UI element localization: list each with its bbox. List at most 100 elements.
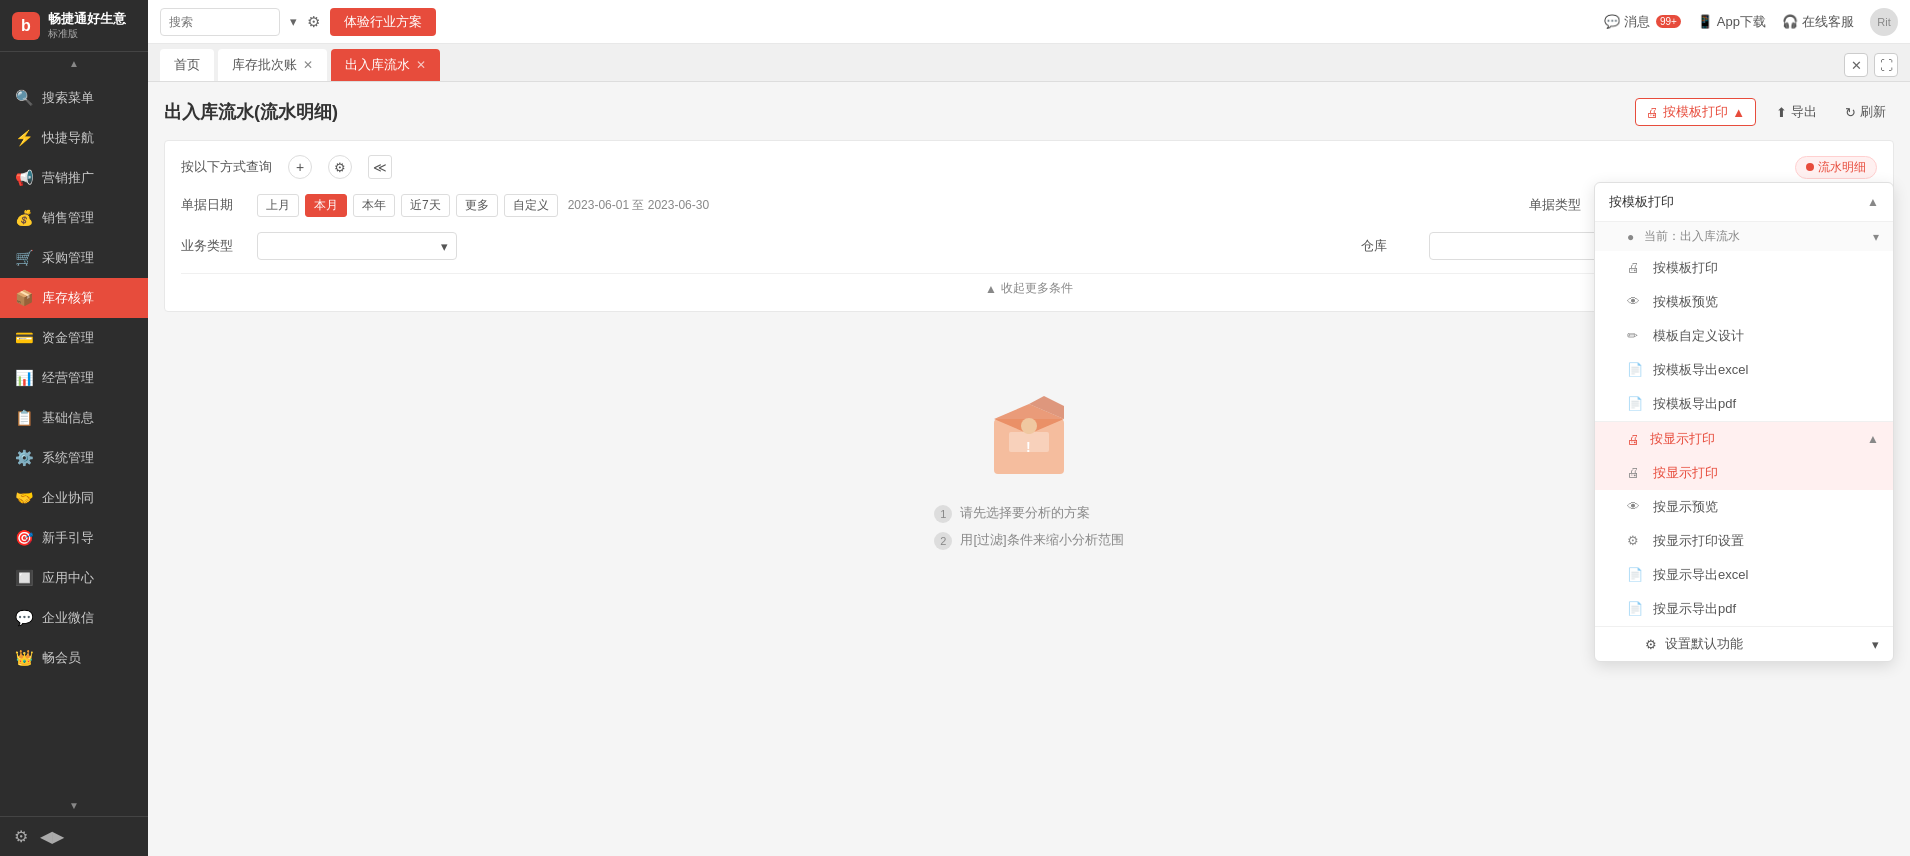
sidebar-item-apps[interactable]: 🔲 应用中心: [0, 558, 148, 598]
sidebar-item-system[interactable]: ⚙️ 系统管理: [0, 438, 148, 478]
online-service-button[interactable]: 🎧 在线客服: [1782, 13, 1854, 31]
empty-steps: 1 请先选择要分析的方案 2 用[过滤]条件来缩小分析范围: [934, 504, 1123, 558]
date-opt-7days[interactable]: 近7天: [401, 194, 450, 217]
finance-icon: 💳: [14, 328, 34, 348]
dropdown-item-template-pdf[interactable]: 📄 按模板导出pdf: [1595, 387, 1893, 421]
pdf-icon: 📄: [1627, 396, 1643, 412]
dropdown-item-template-print[interactable]: 🖨 按模板打印: [1595, 251, 1893, 285]
sidebar-item-collab[interactable]: 🤝 企业协同: [0, 478, 148, 518]
settings-bottom-icon[interactable]: ⚙: [14, 827, 28, 846]
marketing-icon: 📢: [14, 168, 34, 188]
tab-flow-close[interactable]: ✕: [416, 58, 426, 72]
messages-button[interactable]: 💬 消息 99+: [1604, 13, 1681, 31]
sidebar-item-quicknav[interactable]: ⚡ 快捷导航: [0, 118, 148, 158]
dropdown-item-display-excel[interactable]: 📄 按显示导出excel: [1595, 558, 1893, 592]
dropdown-item-default-settings[interactable]: ⚙ 设置默认功能 ▾: [1595, 627, 1893, 661]
svg-point-4: [1021, 418, 1037, 434]
headset-icon: 🎧: [1782, 14, 1798, 29]
sidebar-item-vip[interactable]: 👑 畅会员: [0, 638, 148, 678]
date-opt-this-month[interactable]: 本月: [305, 194, 347, 217]
scroll-down-arrow[interactable]: ▼: [0, 794, 148, 816]
sidebar-item-operations[interactable]: 📊 经营管理: [0, 358, 148, 398]
dropdown-item-display-print-settings[interactable]: ⚙ 按显示打印设置: [1595, 524, 1893, 558]
dropdown-item-display-pdf[interactable]: 📄 按显示导出pdf: [1595, 592, 1893, 626]
topbar-dropdown-icon[interactable]: ▾: [290, 14, 297, 29]
page-header: 出入库流水(流水明细) 🖨 按模板打印 ▲ ⬆ 导出 ↻ 刷新: [164, 98, 1894, 126]
topbar-gear-icon[interactable]: ⚙: [307, 13, 320, 31]
filter-settings-button[interactable]: ⚙: [328, 155, 352, 179]
print-template-button[interactable]: 🖨 按模板打印 ▲: [1635, 98, 1756, 126]
display-printer-icon: 🖨: [1627, 432, 1640, 447]
sidebar-item-marketing[interactable]: 📢 营销推广: [0, 158, 148, 198]
tabs-window-controls: ✕ ⛶: [1844, 53, 1898, 81]
sales-icon: 💰: [14, 208, 34, 228]
filter-search-label: 按以下方式查询: [181, 158, 272, 176]
svg-text:!: !: [1026, 439, 1031, 455]
topbar: ▾ ⚙ 体验行业方案 💬 消息 99+ 📱 App下载 🎧 在线客服 Rit: [148, 0, 1910, 44]
chevron-down-settings-icon: ▾: [1872, 637, 1879, 652]
dropdown-current-item: ● 当前：出入库流水 ▾: [1595, 222, 1893, 251]
tab-batch-account[interactable]: 库存批次账 ✕: [218, 49, 327, 81]
active-filter-tag[interactable]: 流水明细: [1795, 156, 1877, 179]
chevron-up-icon: ▲: [1732, 105, 1745, 120]
date-opt-custom[interactable]: 自定义: [504, 194, 558, 217]
dropdown-item-template-excel[interactable]: 📄 按模板导出excel: [1595, 353, 1893, 387]
empty-illustration: !: [979, 384, 1079, 484]
guide-icon: 🎯: [14, 528, 34, 548]
sidebar-item-wechat[interactable]: 💬 企业微信: [0, 598, 148, 638]
sidebar-item-basic[interactable]: 📋 基础信息: [0, 398, 148, 438]
dropdown-item-display-preview[interactable]: 👁 按显示预览: [1595, 490, 1893, 524]
phone-icon: 📱: [1697, 14, 1713, 29]
sidebar-item-guide[interactable]: 🎯 新手引导: [0, 518, 148, 558]
business-type-select[interactable]: ▾: [257, 232, 457, 260]
refresh-icon: ↻: [1845, 105, 1856, 120]
date-options: 上月 本月 本年 近7天 更多 自定义 2023-06-01 至 2023-06…: [257, 194, 709, 217]
dropdown-display-print-toggle[interactable]: 🖨 按显示打印 ▲: [1595, 422, 1893, 456]
app-download-button[interactable]: 📱 App下载: [1697, 13, 1766, 31]
system-icon: ⚙️: [14, 448, 34, 468]
date-opt-last-month[interactable]: 上月: [257, 194, 299, 217]
filter-add-button[interactable]: +: [288, 155, 312, 179]
search-icon: 🔍: [14, 88, 34, 108]
excel-icon-2: 📄: [1627, 567, 1643, 583]
tab-batch-account-close[interactable]: ✕: [303, 58, 313, 72]
pdf-icon-2: 📄: [1627, 601, 1643, 617]
eye-icon: 👁: [1627, 294, 1643, 310]
sidebar: b 畅捷通好生意 标准版 ▲ 🔍 搜索菜单 ⚡ 快捷导航 📢 营销推广 💰 销售…: [0, 0, 148, 856]
user-avatar[interactable]: Rit: [1870, 8, 1898, 36]
sidebar-item-sales[interactable]: 💰 销售管理: [0, 198, 148, 238]
toggle-sidebar-icon[interactable]: ◀▶: [40, 827, 64, 846]
sidebar-item-purchase[interactable]: 🛒 采购管理: [0, 238, 148, 278]
filter-row-1: 按以下方式查询 + ⚙ ≪ 流水明细: [181, 155, 1877, 179]
window-close-button[interactable]: ✕: [1844, 53, 1868, 77]
filter-collapse-button[interactable]: ≪: [368, 155, 392, 179]
page-content: 出入库流水(流水明细) 🖨 按模板打印 ▲ ⬆ 导出 ↻ 刷新: [148, 82, 1910, 856]
quicknav-icon: ⚡: [14, 128, 34, 148]
printer-icon: 🖨: [1646, 105, 1659, 120]
apps-icon: 🔲: [14, 568, 34, 588]
window-maximize-button[interactable]: ⛶: [1874, 53, 1898, 77]
doctype-label: 单据类型: [1529, 196, 1589, 214]
dropdown-item-display-print[interactable]: 🖨 按显示打印: [1595, 456, 1893, 490]
sidebar-item-inventory[interactable]: 📦 库存核算: [0, 278, 148, 318]
date-opt-this-year[interactable]: 本年: [353, 194, 395, 217]
export-button[interactable]: ⬆ 导出: [1768, 99, 1825, 125]
dropdown-item-template-custom[interactable]: ✏ 模板自定义设计: [1595, 319, 1893, 353]
date-opt-more[interactable]: 更多: [456, 194, 498, 217]
sidebar-item-finance[interactable]: 💳 资金管理: [0, 318, 148, 358]
sidebar-nav: 🔍 搜索菜单 ⚡ 快捷导航 📢 营销推广 💰 销售管理 🛒 采购管理 📦 库存核…: [0, 74, 148, 794]
display-print-section: 🖨 按显示打印 ▲ 🖨 按显示打印 👁 按显示预览 ⚙ 按显示打印设置: [1595, 422, 1893, 627]
dropdown-header[interactable]: 按模板打印 ▲: [1595, 183, 1893, 222]
search-input[interactable]: [160, 8, 280, 36]
tab-home[interactable]: 首页: [160, 49, 214, 81]
scroll-up-arrow[interactable]: ▲: [0, 52, 148, 74]
excel-icon: 📄: [1627, 362, 1643, 378]
industry-solution-button[interactable]: 体验行业方案: [330, 8, 436, 36]
tab-flow[interactable]: 出入库流水 ✕: [331, 49, 440, 81]
current-dot-icon: ●: [1627, 230, 1634, 244]
wechat-icon: 💬: [14, 608, 34, 628]
dropdown-item-template-preview[interactable]: 👁 按模板预览: [1595, 285, 1893, 319]
refresh-button[interactable]: ↻ 刷新: [1837, 99, 1894, 125]
printer-small-icon: 🖨: [1627, 260, 1643, 276]
sidebar-item-search[interactable]: 🔍 搜索菜单: [0, 78, 148, 118]
